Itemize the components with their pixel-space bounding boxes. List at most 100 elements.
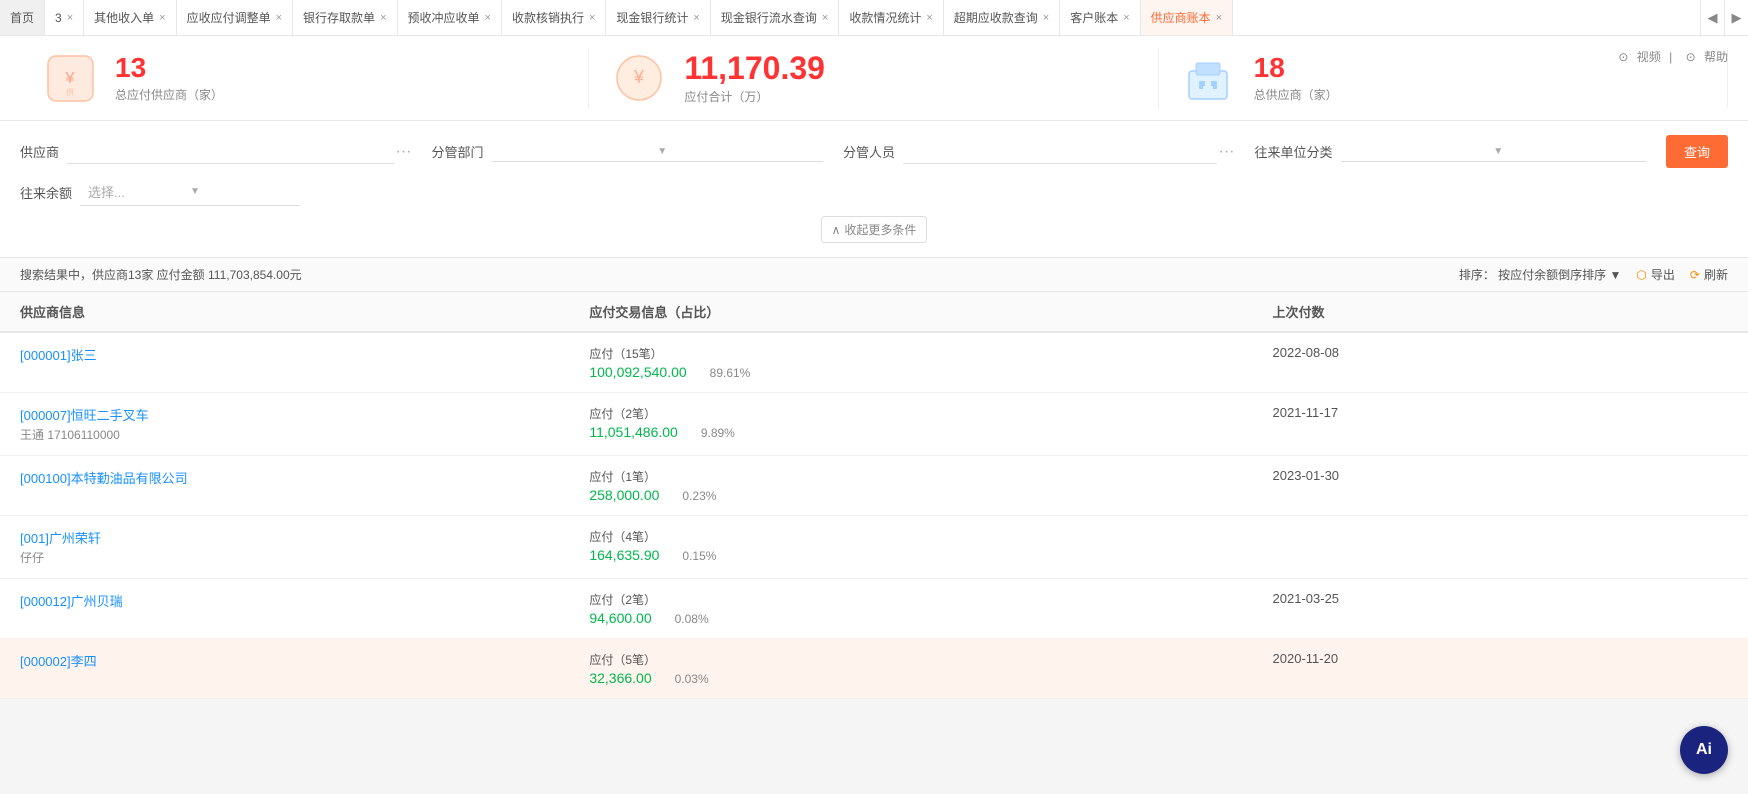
close-tab-other-income[interactable]: × bbox=[159, 12, 165, 24]
export-label: 导出 bbox=[1651, 266, 1675, 283]
close-tab-overdue-ar[interactable]: × bbox=[1043, 12, 1049, 24]
collapse-label: 收起更多条件 bbox=[844, 221, 916, 238]
sort-value[interactable]: 按应付余额倒序排序 bbox=[1498, 268, 1606, 282]
table-row: [000002]李四 应付（5笔） 32,366.00 0.03% 2020-1… bbox=[0, 639, 1748, 699]
nav-tab-bank-deposit-label: 银行存取款单 bbox=[303, 9, 375, 26]
video-link[interactable]: 视频 bbox=[1637, 50, 1661, 64]
supplier-link-001[interactable]: [001]广州荣轩 bbox=[20, 531, 101, 546]
close-tab-ar-ap-adjust[interactable]: × bbox=[276, 12, 282, 24]
results-bar: 搜索结果中，供应商13家 应付金额 111,703,854.00元 排序： 按应… bbox=[0, 258, 1748, 292]
nav-tab-bank-deposit[interactable]: 银行存取款单 × bbox=[293, 0, 397, 35]
category-filter-select[interactable]: ▼ bbox=[1341, 142, 1646, 162]
person-filter-input[interactable] bbox=[903, 140, 1217, 164]
nav-tab-overdue-ar[interactable]: 超期应收款查询 × bbox=[944, 0, 1060, 35]
nav-prev-arrow[interactable]: ◀ bbox=[1700, 0, 1724, 36]
payable-percent-001: 0.15% bbox=[682, 549, 716, 563]
close-tab-bank-deposit[interactable]: × bbox=[380, 12, 386, 24]
payable-row-001: 164,635.90 0.15% bbox=[589, 545, 1272, 563]
supplier-filter-input[interactable] bbox=[67, 140, 394, 164]
supplier-info-000001: [000001]张三 bbox=[20, 345, 589, 364]
search-button[interactable]: 查询 bbox=[1666, 135, 1728, 168]
close-tab-advance-ar[interactable]: × bbox=[485, 12, 491, 24]
stat-payable-suppliers-label: 总应付供应商（家） bbox=[115, 86, 223, 103]
supplier-link-000002[interactable]: [000002]李四 bbox=[20, 654, 97, 669]
balance-filter-select[interactable]: 选择... ▼ bbox=[80, 178, 300, 206]
nav-tab-advance-ar-label: 预收冲应收单 bbox=[408, 9, 480, 26]
supplier-name-000012: [000012]广州贝瑞 bbox=[20, 591, 589, 610]
payable-info-000001: 应付（15笔） 100,092,540.00 89.61% bbox=[589, 345, 1272, 380]
dept-filter-select[interactable]: ▼ bbox=[492, 142, 823, 162]
stat-payable-suppliers-number: 13 bbox=[115, 54, 223, 82]
close-tab-collection-stat[interactable]: × bbox=[926, 12, 932, 24]
balance-filter-arrow: ▼ bbox=[190, 186, 292, 197]
nav-next-arrow[interactable]: ▶ bbox=[1724, 0, 1748, 36]
payable-desc-000002: 应付（5笔） bbox=[589, 651, 1272, 668]
close-tab-cash-bank-flow[interactable]: × bbox=[822, 12, 828, 24]
nav-tab-cash-bank-flow[interactable]: 现金银行流水查询 × bbox=[711, 0, 839, 35]
supplier-link-000100[interactable]: [000100]本特勤油品有限公司 bbox=[20, 471, 188, 486]
export-button[interactable]: ⬡ 导出 bbox=[1636, 266, 1675, 283]
table-header: 供应商信息 应付交易信息（占比） 上次付数 bbox=[0, 292, 1748, 333]
total-suppliers-icon bbox=[1179, 48, 1239, 108]
nav-tab-cash-bank-stat[interactable]: 现金银行统计 × bbox=[606, 0, 710, 35]
results-actions: 排序： 按应付余额倒序排序 ▼ ⬡ 导出 ⟳ 刷新 bbox=[1459, 266, 1728, 283]
header-supplier: 供应商信息 bbox=[20, 302, 589, 321]
ai-badge[interactable]: Ai bbox=[1680, 726, 1728, 774]
supplier-link-000007[interactable]: [000007]恒旺二手叉车 bbox=[20, 408, 149, 423]
payable-info-000100: 应付（1笔） 258,000.00 0.23% bbox=[589, 468, 1272, 503]
payable-info-000012: 应付（2笔） 94,600.00 0.08% bbox=[589, 591, 1272, 626]
last-payment-000007: 2021-11-17 bbox=[1273, 405, 1728, 420]
payable-amount-000012: 94,600.00 bbox=[589, 610, 651, 626]
ai-badge-label: Ai bbox=[1696, 741, 1712, 759]
payable-percent-000012: 0.08% bbox=[675, 612, 709, 626]
balance-filter-value: 选择... bbox=[88, 182, 190, 201]
supplier-info-000012: [000012]广州贝瑞 bbox=[20, 591, 589, 610]
close-tab-collection-exec[interactable]: × bbox=[589, 12, 595, 24]
nav-tab-collection-stat[interactable]: 收款情况统计 × bbox=[839, 0, 943, 35]
nav-tab-advance-ar[interactable]: 预收冲应收单 × bbox=[398, 0, 502, 35]
nav-tab-cash-bank-stat-label: 现金银行统计 bbox=[616, 9, 688, 26]
payable-amount-001: 164,635.90 bbox=[589, 547, 659, 563]
nav-tab-collection-exec[interactable]: 收款核销执行 × bbox=[502, 0, 606, 35]
collapse-button[interactable]: ∧ 收起更多条件 bbox=[821, 216, 928, 243]
supplier-info-000007: [000007]恒旺二手叉车 王通 17106110000 bbox=[20, 405, 589, 443]
nav-tab-3[interactable]: 3 × bbox=[45, 0, 84, 35]
top-navigation: 首页 3 × 其他收入单 × 应收应付调整单 × 银行存取款单 × 预收冲应收单… bbox=[0, 0, 1748, 36]
payable-row-000002: 32,366.00 0.03% bbox=[589, 668, 1272, 686]
sort-arrow-icon: ▼ bbox=[1610, 268, 1622, 282]
nav-tab-supplier-ledger-label: 供应商账本 bbox=[1151, 9, 1211, 26]
close-tab-cash-bank-stat[interactable]: × bbox=[693, 12, 699, 24]
supplier-filter-dots[interactable]: ··· bbox=[396, 143, 412, 161]
nav-tab-overdue-ar-label: 超期应收款查询 bbox=[954, 9, 1038, 26]
refresh-button[interactable]: ⟳ 刷新 bbox=[1690, 266, 1728, 283]
payable-desc-000100: 应付（1笔） bbox=[589, 468, 1272, 485]
stat-total-payable-amount: ¥ 11,170.39 应付合计（万） bbox=[589, 48, 1158, 108]
table-row: [001]广州荣轩 仔仔 应付（4笔） 164,635.90 0.15% bbox=[0, 516, 1748, 579]
close-tab-3[interactable]: × bbox=[67, 12, 73, 24]
payable-row-000012: 94,600.00 0.08% bbox=[589, 608, 1272, 626]
payable-info-000007: 应付（2笔） 11,051,486.00 9.89% bbox=[589, 405, 1272, 440]
stat-payable-amount-label: 应付合计（万） bbox=[684, 88, 825, 105]
stat-total-suppliers-info: 18 总供应商（家） bbox=[1254, 54, 1338, 103]
person-filter-dots[interactable]: ··· bbox=[1219, 143, 1235, 161]
export-icon: ⬡ bbox=[1636, 268, 1646, 282]
nav-tab-ar-ap-adjust-label: 应收应付调整单 bbox=[187, 9, 271, 26]
payable-percent-000002: 0.03% bbox=[675, 672, 709, 686]
nav-tab-other-income[interactable]: 其他收入单 × bbox=[84, 0, 176, 35]
supplier-link-000012[interactable]: [000012]广州贝瑞 bbox=[20, 594, 123, 609]
payable-percent-000100: 0.23% bbox=[682, 489, 716, 503]
supplier-info-001: [001]广州荣轩 仔仔 bbox=[20, 528, 589, 566]
nav-tab-customer-ledger[interactable]: 客户账本 × bbox=[1060, 0, 1140, 35]
svg-text:供: 供 bbox=[66, 87, 74, 97]
nav-tab-supplier-ledger[interactable]: 供应商账本 × bbox=[1141, 0, 1233, 35]
supplier-name-000007: [000007]恒旺二手叉车 bbox=[20, 405, 589, 424]
header-links: ⊙ 视频 | ⊙ 帮助 bbox=[1613, 48, 1728, 65]
supplier-link-000001[interactable]: [000001]张三 bbox=[20, 348, 97, 363]
nav-tab-home[interactable]: 首页 bbox=[0, 0, 45, 35]
stat-total-suppliers-label: 总供应商（家） bbox=[1254, 86, 1338, 103]
help-link[interactable]: 帮助 bbox=[1704, 50, 1728, 64]
close-tab-supplier-ledger[interactable]: × bbox=[1216, 12, 1222, 24]
nav-tab-ar-ap-adjust[interactable]: 应收应付调整单 × bbox=[177, 0, 293, 35]
close-tab-customer-ledger[interactable]: × bbox=[1123, 12, 1129, 24]
payable-row-000100: 258,000.00 0.23% bbox=[589, 485, 1272, 503]
